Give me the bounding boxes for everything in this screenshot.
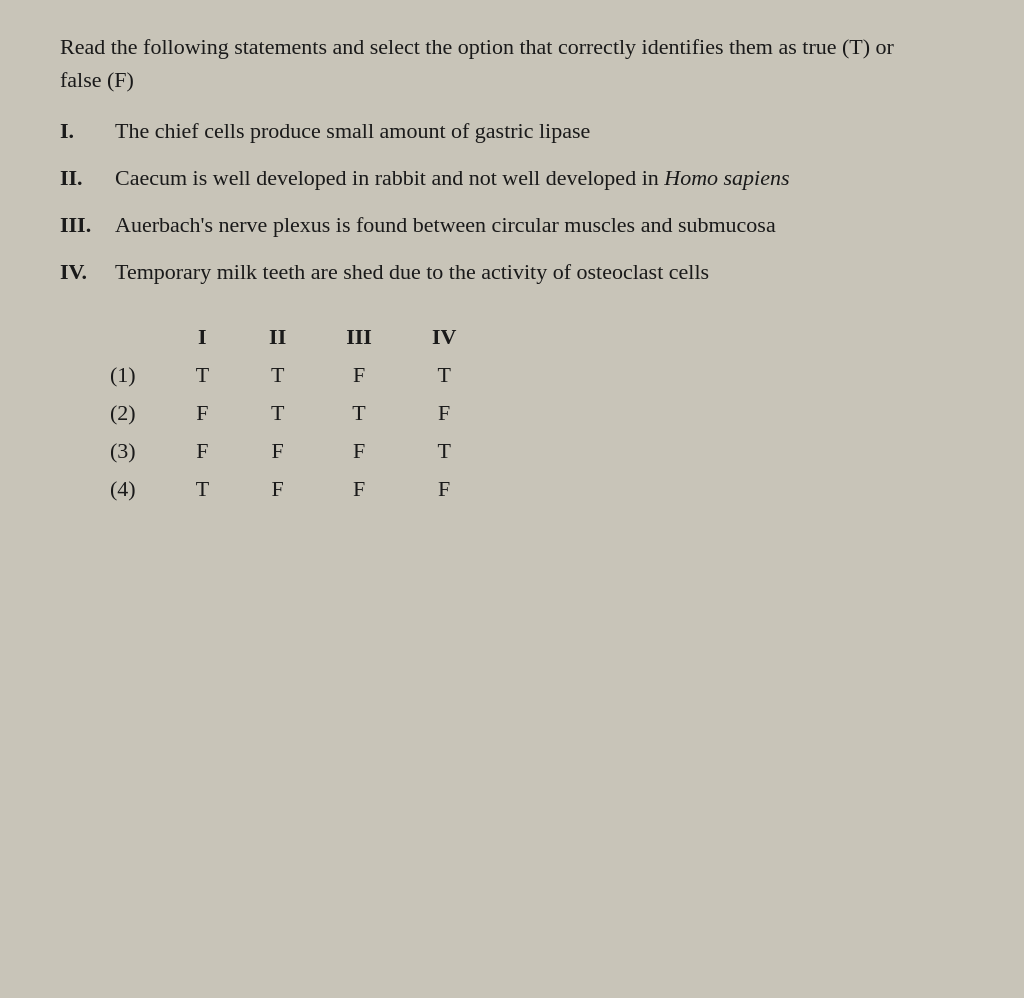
answer-table: I II III IV (1) T T F T (2) F T: [100, 318, 486, 508]
option-4-col-I: T: [166, 470, 239, 508]
option-4-col-III: F: [316, 470, 402, 508]
option-3-col-II: F: [239, 432, 316, 470]
text-3: Auerbach's nerve plexus is found between…: [115, 208, 920, 241]
option-3-col-IV: T: [402, 432, 486, 470]
intro-paragraph: Read the following statements and select…: [60, 30, 920, 96]
table-row: (3) F F F T: [100, 432, 486, 470]
option-4-label: (4): [100, 470, 166, 508]
option-3-label: (3): [100, 432, 166, 470]
header-col-IV: IV: [402, 318, 486, 356]
table-row: (1) T T F T: [100, 356, 486, 394]
text-4: Temporary milk teeth are shed due to the…: [115, 255, 920, 288]
option-4-col-II: F: [239, 470, 316, 508]
content-wrapper: Read the following statements and select…: [60, 30, 920, 508]
option-1-label: (1): [100, 356, 166, 394]
text-2: Caecum is well developed in rabbit and n…: [115, 161, 920, 194]
header-col-III: III: [316, 318, 402, 356]
statements-list: I. The chief cells produce small amount …: [60, 114, 920, 288]
option-1-col-III: F: [316, 356, 402, 394]
header-empty: [100, 318, 166, 356]
numeral-2: II.: [60, 161, 115, 194]
header-col-I: I: [166, 318, 239, 356]
option-1-col-II: T: [239, 356, 316, 394]
table-header-row: I II III IV: [100, 318, 486, 356]
table-row: (2) F T T F: [100, 394, 486, 432]
numeral-3: III.: [60, 208, 115, 241]
statement-4: IV. Temporary milk teeth are shed due to…: [60, 255, 920, 288]
option-3-col-III: F: [316, 432, 402, 470]
option-2-col-III: T: [316, 394, 402, 432]
header-col-II: II: [239, 318, 316, 356]
option-1-col-I: T: [166, 356, 239, 394]
option-1-col-IV: T: [402, 356, 486, 394]
option-3-col-I: F: [166, 432, 239, 470]
table-row: (4) T F F F: [100, 470, 486, 508]
option-4-col-IV: F: [402, 470, 486, 508]
statement-1: I. The chief cells produce small amount …: [60, 114, 920, 147]
answer-table-wrapper: I II III IV (1) T T F T (2) F T: [60, 318, 920, 508]
numeral-4: IV.: [60, 255, 115, 288]
option-2-col-II: T: [239, 394, 316, 432]
option-2-col-I: F: [166, 394, 239, 432]
numeral-1: I.: [60, 114, 115, 147]
statement-2: II. Caecum is well developed in rabbit a…: [60, 161, 920, 194]
option-2-label: (2): [100, 394, 166, 432]
text-1: The chief cells produce small amount of …: [115, 114, 920, 147]
statement-3: III. Auerbach's nerve plexus is found be…: [60, 208, 920, 241]
option-2-col-IV: F: [402, 394, 486, 432]
